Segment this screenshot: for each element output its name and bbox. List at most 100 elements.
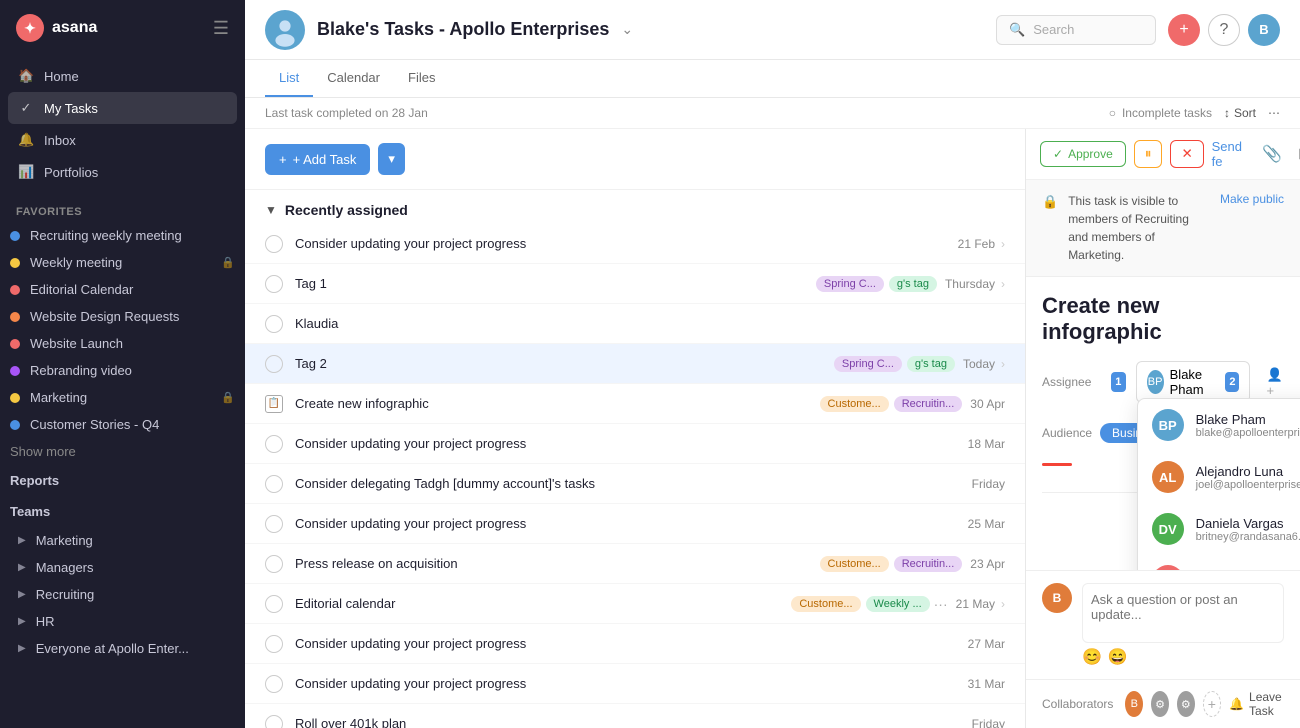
sidebar-item-editorial[interactable]: Editorial Calendar: [0, 276, 245, 303]
comment-input[interactable]: [1082, 583, 1284, 643]
task-check[interactable]: [265, 515, 283, 533]
add-collaborator-button[interactable]: +: [1203, 691, 1221, 717]
smiley-icon[interactable]: 😄: [1108, 647, 1128, 667]
sidebar-item-team-everyone[interactable]: ▶ Everyone at Apollo Enter...: [0, 635, 245, 662]
task-tag: Recruitin...: [894, 396, 963, 412]
leave-task-button[interactable]: 🔔 Leave Task: [1229, 690, 1284, 718]
chevron-down-icon: ▼: [265, 203, 277, 217]
nav-portfolios-label: Portfolios: [44, 165, 98, 180]
sidebar-item-website-launch[interactable]: Website Launch: [0, 330, 245, 357]
task-row[interactable]: Consider updating your project progress2…: [245, 224, 1025, 264]
task-row[interactable]: Editorial calendarCustome...Weekly ...··…: [245, 584, 1025, 624]
send-feedback-label[interactable]: Send fe: [1212, 139, 1242, 169]
task-row[interactable]: Tag 1Spring C...g's tagThursday›: [245, 264, 1025, 304]
sidebar-item-customer-stories[interactable]: Customer Stories - Q4: [0, 411, 245, 438]
task-check[interactable]: [265, 475, 283, 493]
task-row[interactable]: Klaudia: [245, 304, 1025, 344]
sidebar-item-home[interactable]: 🏠 Home: [8, 60, 237, 92]
sidebar-item-inbox[interactable]: 🔔 Inbox: [8, 124, 237, 156]
comment-icons: 😊 😄: [1082, 647, 1284, 667]
sidebar-item-marketing[interactable]: Marketing 🔒: [0, 384, 245, 411]
task-check[interactable]: [265, 315, 283, 333]
tab-calendar[interactable]: Calendar: [313, 60, 394, 97]
statusbar-right: ○ Incomplete tasks ↕ Sort ⋯: [1109, 106, 1280, 120]
new-item-button[interactable]: +: [1168, 14, 1200, 46]
task-name: Consider delegating Tadgh [dummy account…: [295, 476, 964, 491]
sidebar-item-my-tasks[interactable]: ✓ My Tasks: [8, 92, 237, 124]
reports-label: Reports: [10, 473, 59, 488]
make-public-button[interactable]: Make public: [1220, 192, 1284, 206]
task-check[interactable]: [265, 675, 283, 693]
task-name: Consider updating your project progress: [295, 236, 950, 251]
task-check[interactable]: [265, 555, 283, 573]
subtask-icon[interactable]: ⊞: [1294, 140, 1300, 168]
sidebar-toggle-button[interactable]: ☰: [213, 18, 229, 39]
asana-logo: ✦ asana: [16, 14, 97, 42]
dropdown-person-daniela[interactable]: DV Daniela Vargas britney@randasana6.inf…: [1138, 503, 1300, 555]
dropdown-person-alejandro[interactable]: AL Alejandro Luna joel@apolloenterprises…: [1138, 451, 1300, 503]
reject-button[interactable]: ✕: [1170, 140, 1203, 168]
sidebar-item-recruiting-weekly[interactable]: Recruiting weekly meeting: [0, 222, 245, 249]
task-row[interactable]: Press release on acquisitionCustome...Re…: [245, 544, 1025, 584]
sidebar-item-team-marketing[interactable]: ▶ Marketing: [0, 527, 245, 554]
pause-button[interactable]: ⏸: [1134, 140, 1163, 168]
reports-section[interactable]: Reports: [0, 465, 245, 496]
fav-label-recruiting: Recruiting weekly meeting: [30, 228, 182, 243]
task-name: Consider updating your project progress: [295, 676, 960, 691]
sidebar-item-portfolios[interactable]: 📊 Portfolios: [8, 156, 237, 188]
task-name: Create new infographic: [295, 396, 812, 411]
task-check[interactable]: 📋: [265, 395, 283, 413]
sidebar-item-team-recruiting[interactable]: ▶ Recruiting: [0, 581, 245, 608]
dropdown-person-blake[interactable]: BP Blake Pham blake@apolloenterprises.or…: [1138, 399, 1300, 451]
sidebar-item-team-managers[interactable]: ▶ Managers: [0, 554, 245, 581]
assignee-value[interactable]: BP Blake Pham 2 BP Blake Pham blake@apol…: [1136, 361, 1251, 403]
task-row[interactable]: Consider updating your project progress2…: [245, 504, 1025, 544]
task-check[interactable]: [265, 275, 283, 293]
sidebar-item-website-design[interactable]: Website Design Requests: [0, 303, 245, 330]
task-row[interactable]: Consider updating your project progress1…: [245, 424, 1025, 464]
task-check[interactable]: [265, 235, 283, 253]
attachment-icon[interactable]: 📎: [1258, 140, 1286, 168]
assignee-label: Assignee: [1042, 375, 1101, 389]
task-more-icon[interactable]: ···: [934, 596, 948, 612]
add-task-dropdown-button[interactable]: ▾: [378, 143, 405, 175]
task-check[interactable]: [265, 595, 283, 613]
task-date: 23 Apr: [970, 557, 1005, 571]
approve-button[interactable]: ✓ Approve: [1040, 141, 1126, 167]
help-button[interactable]: ?: [1208, 14, 1240, 46]
emoji-icon[interactable]: 😊: [1082, 647, 1102, 667]
task-row[interactable]: 📋Create new infographicCustome...Recruit…: [245, 384, 1025, 424]
search-box[interactable]: 🔍 Search: [996, 15, 1156, 45]
asana-logo-icon: ✦: [16, 14, 44, 42]
task-row[interactable]: Consider updating your project progress2…: [245, 624, 1025, 664]
chevron-down-icon[interactable]: ⌄: [621, 21, 633, 38]
fav-label-website-design: Website Design Requests: [30, 309, 179, 324]
sidebar-item-rebranding[interactable]: Rebranding video: [0, 357, 245, 384]
more-options-icon[interactable]: ⋯: [1268, 106, 1280, 120]
tab-list[interactable]: List: [265, 60, 313, 97]
task-check[interactable]: [265, 355, 283, 373]
task-tag: g's tag: [889, 276, 937, 292]
dropdown-person-jennifer[interactable]: JL Jennifer Lu jessica@apolloenterprises…: [1138, 555, 1300, 570]
task-check[interactable]: [265, 635, 283, 653]
user-avatar[interactable]: B: [1248, 14, 1280, 46]
incomplete-tasks-filter[interactable]: ○ Incomplete tasks: [1109, 106, 1212, 120]
task-tags: Spring C...g's tag: [816, 276, 937, 292]
task-row[interactable]: Consider updating your project progress3…: [245, 664, 1025, 704]
task-check[interactable]: [265, 715, 283, 728]
fav-dot-weekly: [10, 258, 20, 268]
task-row[interactable]: Consider delegating Tadgh [dummy account…: [245, 464, 1025, 504]
add-assignee-icon[interactable]: 👤+: [1266, 367, 1284, 398]
task-row[interactable]: Tag 2Spring C...g's tagToday›: [245, 344, 1025, 384]
sort-icon: ↕: [1224, 106, 1230, 120]
person-name-blake: Blake Pham: [1196, 412, 1300, 427]
add-task-button[interactable]: + + Add Task: [265, 144, 370, 175]
sort-button[interactable]: ↕ Sort: [1224, 106, 1256, 120]
home-icon: 🏠: [18, 68, 34, 84]
show-more-button[interactable]: Show more: [0, 438, 245, 465]
task-row[interactable]: Roll over 401k planFriday: [245, 704, 1025, 728]
sidebar-item-weekly-meeting[interactable]: Weekly meeting 🔒: [0, 249, 245, 276]
task-check[interactable]: [265, 435, 283, 453]
tab-files[interactable]: Files: [394, 60, 449, 97]
sidebar-item-team-hr[interactable]: ▶ HR: [0, 608, 245, 635]
